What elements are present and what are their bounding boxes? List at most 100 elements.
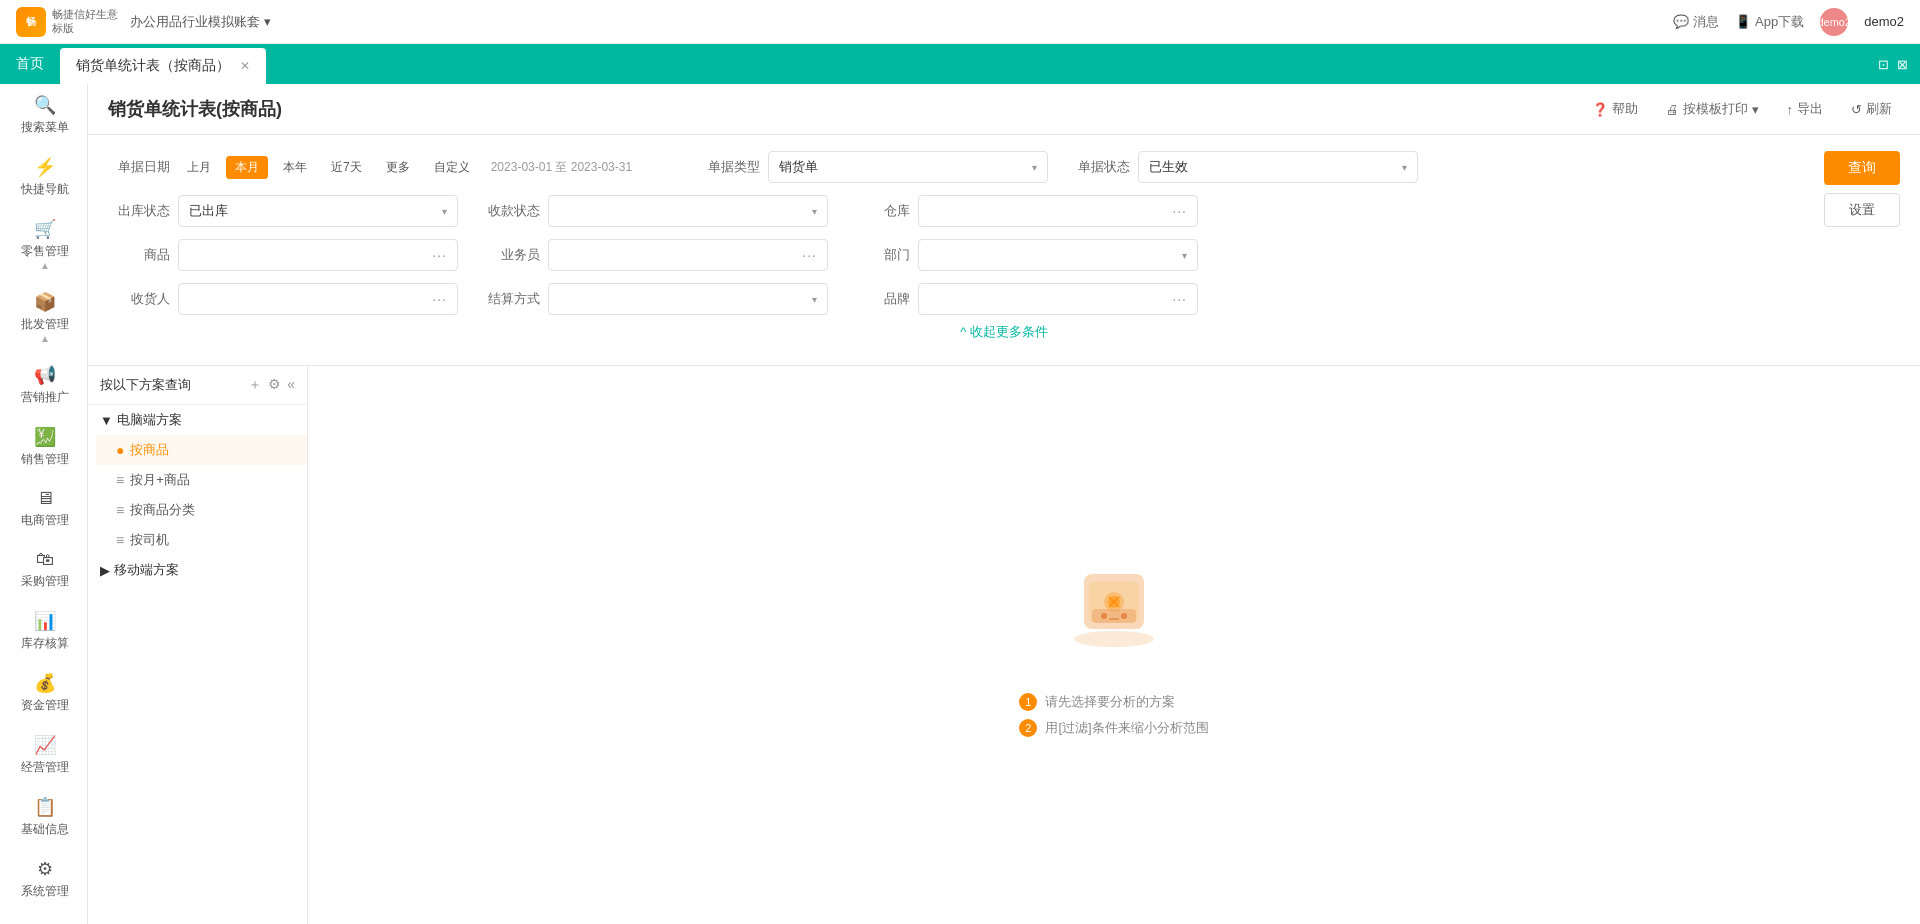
tab-bar: 首页 销货单统计表（按商品） ✕ ⊡ ⊠	[0, 44, 1920, 84]
doc-type-control[interactable]: 销货单	[768, 151, 1048, 183]
tip-num-1: 1	[1019, 693, 1037, 711]
marketing-icon: 📢	[34, 364, 56, 386]
collapse-label: ^ 收起更多条件	[960, 324, 1048, 339]
tip-text-1: 请先选择要分析的方案	[1045, 693, 1175, 711]
app-download-action[interactable]: 📱 App下载	[1735, 13, 1804, 31]
sidebar-item-system[interactable]: ⚙ 系统管理	[0, 848, 87, 910]
doc-type-label: 单据类型	[698, 158, 768, 176]
settings-button[interactable]: 设置	[1824, 193, 1900, 227]
by-month-goods-icon: ≡	[116, 472, 124, 488]
export-btn[interactable]: ↑ 导出	[1779, 96, 1832, 122]
tree-node-by-goods[interactable]: ● 按商品	[96, 435, 307, 465]
goods-control[interactable]: ···	[178, 239, 458, 271]
sidebar: 🔍 搜索菜单 ⚡ 快捷导航 🛒 零售管理 ▲ 📦 批发管理 ▲ 📢 营销推广 💹…	[0, 84, 88, 924]
dept-label: 部门	[848, 246, 918, 264]
date-btn-last-month[interactable]: 上月	[178, 155, 220, 180]
date-filter: 上月 本月 本年 近7天 更多 自定义 2023-03-01 至 2023-03…	[178, 155, 678, 180]
sidebar-item-enterprise[interactable]: 🤝 企业协同	[0, 910, 87, 924]
sidebar-item-purchase[interactable]: 🛍 采购管理	[0, 539, 87, 600]
add-scheme-btn[interactable]: ＋	[248, 376, 262, 394]
collapse-panel-btn[interactable]: «	[287, 376, 295, 394]
left-panel-title: 按以下方案查询	[100, 376, 191, 394]
warehouse-control[interactable]: ···	[918, 195, 1198, 227]
svg-point-0	[1074, 631, 1154, 647]
svg-point-9	[1121, 613, 1127, 619]
tree-group-mobile-arrow: ▶	[100, 563, 110, 578]
date-btn-7days[interactable]: 近7天	[322, 155, 371, 180]
sidebar-item-finance[interactable]: 💰 资金管理	[0, 662, 87, 724]
tree-group-mobile-label: 移动端方案	[114, 561, 179, 579]
sidebar-item-wholesale[interactable]: 📦 批发管理 ▲	[0, 281, 87, 354]
minimize-icon[interactable]: ⊡	[1878, 57, 1889, 72]
left-panel-header: 按以下方案查询 ＋ ⚙ «	[88, 366, 307, 405]
goods-label: 商品	[108, 246, 178, 264]
consignee-label: 收货人	[108, 290, 178, 308]
by-goods-category-icon: ≡	[116, 502, 124, 518]
help-btn[interactable]: ❓ 帮助	[1584, 96, 1646, 122]
by-goods-icon: ●	[116, 442, 124, 458]
template-print-btn[interactable]: 🖨 按模板打印	[1658, 96, 1767, 122]
print-dropdown-icon	[1752, 102, 1759, 117]
sidebar-item-sales[interactable]: 💹 销售管理	[0, 416, 87, 478]
query-button[interactable]: 查询	[1824, 151, 1900, 185]
sidebar-label-wholesale: 批发管理	[21, 316, 69, 333]
date-btn-this-month[interactable]: 本月	[226, 156, 268, 179]
sidebar-item-basic[interactable]: 📋 基础信息	[0, 786, 87, 848]
workspace-selector[interactable]: 办公用品行业模拟账套	[130, 13, 271, 31]
tip-num-2: 2	[1019, 719, 1037, 737]
tab-report[interactable]: 销货单统计表（按商品） ✕	[60, 48, 266, 84]
receive-status-control[interactable]	[548, 195, 828, 227]
date-range-text: 2023-03-01 至 2023-03-31	[491, 159, 632, 176]
workspace-dropdown-icon	[264, 14, 271, 29]
sidebar-label-sales: 销售管理	[21, 451, 69, 468]
message-action[interactable]: 💬 消息	[1673, 13, 1719, 31]
empty-tips: 1 请先选择要分析的方案 2 用[过滤]条件来缩小分析范围	[1019, 693, 1208, 737]
tree-node-by-goods-category[interactable]: ≡ 按商品分类	[96, 495, 307, 525]
tree-node-by-driver[interactable]: ≡ 按司机	[96, 525, 307, 555]
filter-section: 单据日期 上月 本月 本年 近7天 更多 自定义 2023-03-01 至 20…	[88, 135, 1920, 366]
sidebar-item-quick-nav[interactable]: ⚡ 快捷导航	[0, 146, 87, 208]
sidebar-item-operation[interactable]: 📈 经营管理	[0, 724, 87, 786]
search-icon: 🔍	[34, 94, 56, 116]
out-status-control[interactable]: 已出库	[178, 195, 458, 227]
consignee-control[interactable]: ···	[178, 283, 458, 315]
dept-control[interactable]	[918, 239, 1198, 271]
collapse-bar[interactable]: ^ 收起更多条件	[108, 315, 1900, 349]
edit-scheme-btn[interactable]: ⚙	[268, 376, 281, 394]
receive-status-arrow	[812, 206, 817, 217]
goods-dots: ···	[432, 247, 447, 263]
tree-group-mobile[interactable]: ▶ 移动端方案	[88, 555, 307, 585]
quick-nav-icon: ⚡	[34, 156, 56, 178]
sidebar-item-marketing[interactable]: 📢 营销推广	[0, 354, 87, 416]
sidebar-item-search[interactable]: 🔍 搜索菜单	[0, 84, 87, 146]
left-panel-container: 按以下方案查询 ＋ ⚙ « ▼ 电脑端方案 ● 按商品	[88, 366, 1920, 924]
settlement-control[interactable]	[548, 283, 828, 315]
purchase-icon: 🛍	[36, 549, 54, 570]
tree-node-by-month-goods[interactable]: ≡ 按月+商品	[96, 465, 307, 495]
refresh-btn[interactable]: ↺ 刷新	[1843, 96, 1900, 122]
date-btn-custom[interactable]: 自定义	[425, 155, 479, 180]
receive-status-label: 收款状态	[478, 202, 548, 220]
brand-label: 品牌	[848, 290, 918, 308]
sidebar-item-retail[interactable]: 🛒 零售管理 ▲	[0, 208, 87, 281]
doc-status-control[interactable]: 已生效	[1138, 151, 1418, 183]
svg-rect-10	[1109, 618, 1119, 620]
ecommerce-icon: 🖥	[36, 488, 54, 509]
main-layout: 🔍 搜索菜单 ⚡ 快捷导航 🛒 零售管理 ▲ 📦 批发管理 ▲ 📢 营销推广 💹…	[0, 84, 1920, 924]
tree-group-desktop[interactable]: ▼ 电脑端方案	[88, 405, 307, 435]
page-actions: ❓ 帮助 🖨 按模板打印 ↑ 导出 ↺ 刷新	[1584, 96, 1901, 134]
sidebar-item-ecommerce[interactable]: 🖥 电商管理	[0, 478, 87, 539]
avatar[interactable]: demo2	[1820, 8, 1848, 36]
inventory-icon: 📊	[34, 610, 56, 632]
sidebar-item-inventory[interactable]: 📊 库存核算	[0, 600, 87, 662]
report-tab-label: 销货单统计表（按商品）	[76, 57, 230, 75]
brand-control[interactable]: ···	[918, 283, 1198, 315]
date-btn-more[interactable]: 更多	[377, 155, 419, 180]
filter-row-4: 收货人 ··· 结算方式 品牌 ···	[108, 283, 1812, 315]
salesperson-control[interactable]: ···	[548, 239, 828, 271]
maximize-icon[interactable]: ⊠	[1897, 57, 1908, 72]
date-btn-this-year[interactable]: 本年	[274, 155, 316, 180]
warehouse-dots: ···	[1172, 203, 1187, 219]
tab-home[interactable]: 首页	[0, 44, 60, 84]
tab-close-icon[interactable]: ✕	[240, 59, 250, 73]
